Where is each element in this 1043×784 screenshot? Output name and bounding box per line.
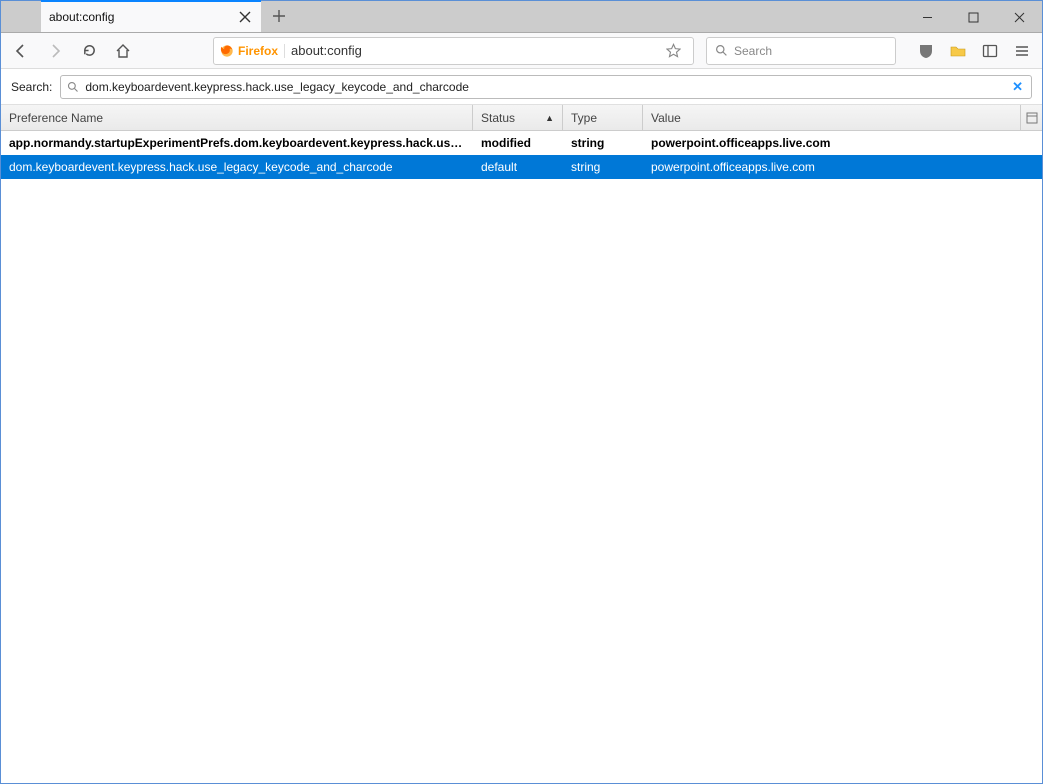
pref-type: string — [563, 136, 643, 150]
hamburger-menu-icon[interactable] — [1008, 37, 1036, 65]
firefox-icon — [220, 44, 234, 58]
sidebar-icon[interactable] — [976, 37, 1004, 65]
titlebar: about:config — [1, 1, 1042, 33]
url-text: about:config — [291, 43, 659, 58]
pref-status: modified — [473, 136, 563, 150]
config-columns: Preference Name Status ▲ Type Value — [1, 105, 1042, 131]
col-name-label: Preference Name — [9, 111, 103, 125]
pref-status: default — [473, 160, 563, 174]
folder-icon[interactable] — [944, 37, 972, 65]
clear-search-icon[interactable]: ✕ — [1010, 79, 1025, 95]
pref-value: powerpoint.officeapps.live.com — [643, 160, 1042, 174]
column-status[interactable]: Status ▲ — [473, 105, 563, 130]
search-bar[interactable]: Search — [706, 37, 896, 65]
pref-type: string — [563, 160, 643, 174]
column-value[interactable]: Value — [643, 105, 1020, 130]
config-rows: app.normandy.startupExperimentPrefs.dom.… — [1, 131, 1042, 783]
back-button[interactable] — [7, 37, 35, 65]
config-search-input[interactable] — [85, 80, 1004, 94]
ublock-icon[interactable] — [912, 37, 940, 65]
identity-box[interactable]: Firefox — [220, 44, 285, 58]
close-tab-icon[interactable] — [237, 9, 253, 25]
column-type[interactable]: Type — [563, 105, 643, 130]
search-icon — [715, 44, 728, 57]
config-search-label: Search: — [11, 80, 52, 94]
url-bar[interactable]: Firefox about:config — [213, 37, 694, 65]
search-placeholder: Search — [734, 44, 772, 58]
search-icon — [67, 81, 79, 93]
pref-name: app.normandy.startupExperimentPrefs.dom.… — [1, 136, 473, 150]
column-preference-name[interactable]: Preference Name — [1, 105, 473, 130]
forward-button[interactable] — [41, 37, 69, 65]
close-window-button[interactable] — [996, 1, 1042, 33]
window-controls — [904, 1, 1042, 33]
pref-row[interactable]: dom.keyboardevent.keypress.hack.use_lega… — [1, 155, 1042, 179]
sort-asc-icon: ▲ — [545, 113, 554, 123]
home-button[interactable] — [109, 37, 137, 65]
pref-name: dom.keyboardevent.keypress.hack.use_lega… — [1, 160, 473, 174]
tab-title: about:config — [49, 10, 237, 24]
pref-value: powerpoint.officeapps.live.com — [643, 136, 1042, 150]
bookmark-star-icon[interactable] — [659, 37, 687, 65]
config-search-row: Search: ✕ — [1, 69, 1042, 105]
nav-toolbar: Firefox about:config Search — [1, 33, 1042, 69]
identity-label: Firefox — [238, 44, 278, 58]
col-value-label: Value — [651, 111, 681, 125]
col-status-label: Status — [481, 111, 515, 125]
config-search-box[interactable]: ✕ — [60, 75, 1032, 99]
minimize-button[interactable] — [904, 1, 950, 33]
maximize-button[interactable] — [950, 1, 996, 33]
new-tab-button[interactable] — [265, 2, 293, 30]
col-type-label: Type — [571, 111, 597, 125]
reload-button[interactable] — [75, 37, 103, 65]
column-picker-icon[interactable] — [1020, 105, 1042, 130]
browser-tab[interactable]: about:config — [41, 0, 261, 32]
pref-row[interactable]: app.normandy.startupExperimentPrefs.dom.… — [1, 131, 1042, 155]
toolbar-right — [902, 37, 1036, 65]
